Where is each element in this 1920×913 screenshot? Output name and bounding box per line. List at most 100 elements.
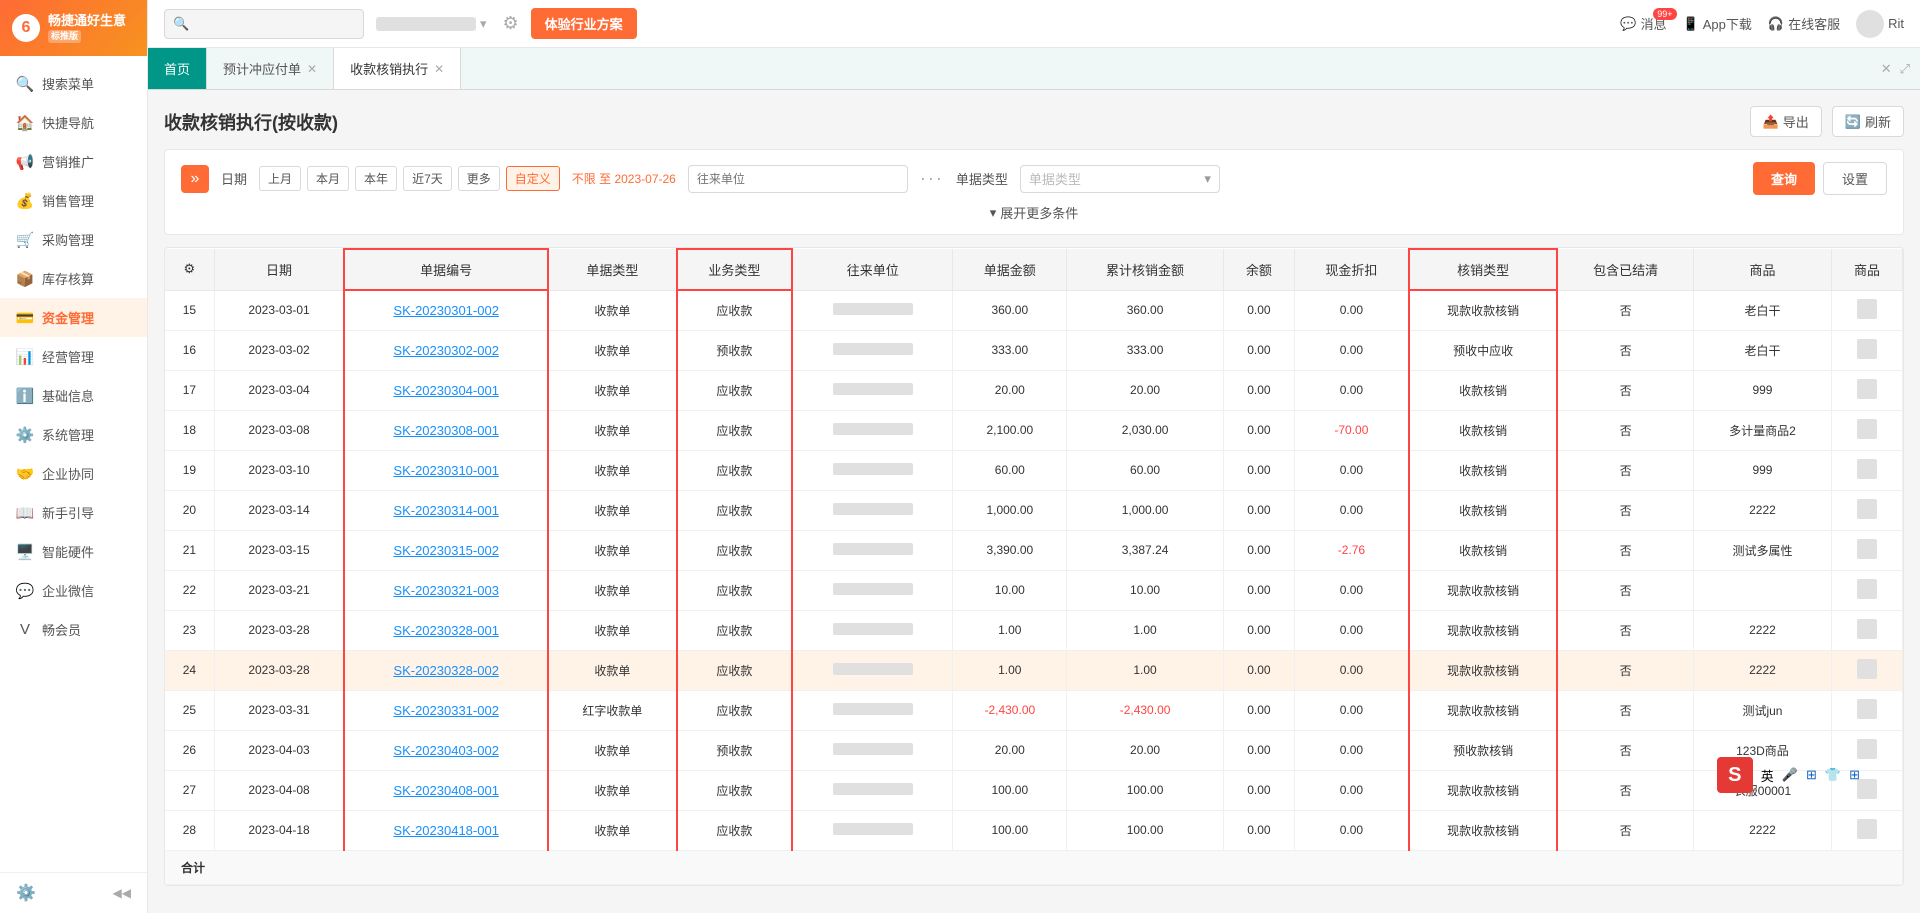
query-button[interactable]: 查询 [1753, 162, 1815, 195]
counterpart-input[interactable] [688, 165, 908, 193]
cell-rownum: 19 [165, 450, 214, 490]
table-row: 19 2023-03-10 SK-20230310-001 收款单 应收款 60… [165, 450, 1903, 490]
bill-type-select[interactable]: 单据类型 ▾ [1020, 165, 1220, 193]
cell-date: 2023-03-01 [214, 290, 344, 330]
sidebar-item-inventory[interactable]: 📦 库存核算 [0, 259, 147, 298]
app-download-button[interactable]: 📱 App下载 [1683, 14, 1752, 33]
date-last-month[interactable]: 上月 [259, 166, 301, 191]
bill-no-link[interactable]: SK-20230328-002 [393, 663, 499, 678]
cell-include-settled: 否 [1557, 530, 1693, 570]
cell-bill-type: 收款单 [548, 370, 677, 410]
sidebar-item-guide[interactable]: 📖 新手引导 [0, 493, 147, 532]
sidebar-label-marketing: 营销推广 [42, 152, 94, 171]
sidebar-item-member[interactable]: V 畅会员 [0, 610, 147, 649]
sidebar-item-marketing[interactable]: 📢 营销推广 [0, 142, 147, 181]
bill-no-link[interactable]: SK-20230331-002 [393, 703, 499, 718]
table-row: 25 2023-03-31 SK-20230331-002 红字收款单 应收款 … [165, 690, 1903, 730]
bill-no-link[interactable]: SK-20230328-001 [393, 623, 499, 638]
topbar-search[interactable]: 🔍 [164, 9, 364, 39]
filter-toggle-button[interactable]: » [181, 165, 209, 193]
cell-date: 2023-03-02 [214, 330, 344, 370]
bill-no-link[interactable]: SK-20230315-002 [393, 543, 499, 558]
sidebar-item-basics[interactable]: ℹ️ 基础信息 [0, 376, 147, 415]
refresh-button[interactable]: 🔄 刷新 [1832, 106, 1904, 137]
gear-icon[interactable]: ⚙ [503, 13, 519, 34]
page-title-bar: 收款核销执行(按收款) 📤 导出 🔄 刷新 [164, 106, 1904, 137]
cell-rownum: 27 [165, 770, 214, 810]
bill-no-link[interactable]: SK-20230321-003 [393, 583, 499, 598]
tab-expand-icon[interactable]: ⤢ [1900, 61, 1910, 77]
cell-biz-type: 应收款 [677, 450, 792, 490]
wechat-icon: 💬 [16, 582, 34, 600]
sidebar-item-system[interactable]: ⚙️ 系统管理 [0, 415, 147, 454]
collapse-icon[interactable]: ◀◀ [113, 886, 131, 900]
settings-icon[interactable]: ⚙️ [16, 883, 36, 903]
cell-rownum: 25 [165, 690, 214, 730]
cell-bill-type: 收款单 [548, 530, 677, 570]
date-7days[interactable]: 近7天 [403, 166, 452, 191]
expand-more-button[interactable]: ▾ 展开更多条件 [990, 203, 1079, 222]
sidebar-item-sales[interactable]: 💰 销售管理 [0, 181, 147, 220]
bill-no-link[interactable]: SK-20230314-001 [393, 503, 499, 518]
sidebar-label-guide: 新手引导 [42, 503, 94, 522]
operations-icon: 📊 [16, 348, 34, 366]
sidebar-item-hardware[interactable]: 🖥️ 智能硬件 [0, 532, 147, 571]
bill-no-link[interactable]: SK-20230302-002 [393, 343, 499, 358]
cell-writeoff-type: 现款收款核销 [1409, 810, 1557, 850]
tab-close-all-icon[interactable]: ✕ [1881, 61, 1892, 77]
online-service-button[interactable]: 🎧 在线客服 [1768, 14, 1840, 33]
date-this-month[interactable]: 本月 [307, 166, 349, 191]
sidebar-item-corp[interactable]: 🤝 企业协同 [0, 454, 147, 493]
cell-rownum: 15 [165, 290, 214, 330]
solution-button[interactable]: 体验行业方案 [531, 8, 637, 39]
cell-goods2 [1831, 610, 1902, 650]
sidebar-item-purchase[interactable]: 🛒 采购管理 [0, 220, 147, 259]
cell-rownum: 24 [165, 650, 214, 690]
bill-no-link[interactable]: SK-20230403-002 [393, 743, 499, 758]
cell-goods2 [1831, 810, 1902, 850]
bill-no-link[interactable]: SK-20230310-001 [393, 463, 499, 478]
date-this-year[interactable]: 本年 [355, 166, 397, 191]
sidebar-item-operations[interactable]: 📊 经营管理 [0, 337, 147, 376]
sidebar-item-funds[interactable]: 💳 资金管理 [0, 298, 147, 337]
cell-writeoff-type: 现款收款核销 [1409, 770, 1557, 810]
cell-biz-type: 应收款 [677, 810, 792, 850]
sidebar-item-search[interactable]: 🔍 搜索菜单 [0, 64, 147, 103]
tab-home[interactable]: 首页 [148, 48, 207, 89]
bill-no-link[interactable]: SK-20230418-001 [393, 823, 499, 838]
main-area: 🔍 ▾ ⚙ 体验行业方案 💬 消息 99+ 📱 App下载 🎧 在线客服 [148, 0, 1920, 913]
cell-include-settled: 否 [1557, 370, 1693, 410]
message-button[interactable]: 💬 消息 99+ [1620, 14, 1666, 33]
col-settings[interactable]: ⚙ [165, 249, 214, 290]
tab-prepay[interactable]: 预计冲应付单 ✕ [207, 48, 334, 89]
topbar: 🔍 ▾ ⚙ 体验行业方案 💬 消息 99+ 📱 App下载 🎧 在线客服 [148, 0, 1920, 48]
export-button[interactable]: 📤 导出 [1750, 106, 1822, 137]
cell-include-settled: 否 [1557, 570, 1693, 610]
cell-bill-no: SK-20230310-001 [344, 450, 548, 490]
filter-settings-button[interactable]: 设置 [1823, 162, 1887, 195]
cell-balance: 0.00 [1223, 770, 1294, 810]
cell-include-settled: 否 [1557, 610, 1693, 650]
cell-goods: 2222 [1693, 810, 1831, 850]
cell-rownum: 26 [165, 730, 214, 770]
date-custom[interactable]: 自定义 [506, 166, 560, 191]
cell-goods: 999 [1693, 450, 1831, 490]
cell-bill-type: 收款单 [548, 450, 677, 490]
user-avatar[interactable]: Rit [1856, 10, 1904, 38]
bill-no-link[interactable]: SK-20230304-001 [393, 383, 499, 398]
date-more[interactable]: 更多 [458, 166, 500, 191]
cell-counterpart [792, 490, 953, 530]
bill-no-link[interactable]: SK-20230301-002 [393, 303, 499, 318]
cell-bill-type: 红字收款单 [548, 690, 677, 730]
tab-collect[interactable]: 收款核销执行 ✕ [334, 48, 461, 89]
sidebar-item-quicknav[interactable]: 🏠 快捷导航 [0, 103, 147, 142]
table-footer-row: 合计 [165, 850, 1903, 884]
sidebar-label-quicknav: 快捷导航 [42, 113, 94, 132]
tab-prepay-close[interactable]: ✕ [307, 62, 317, 76]
bill-no-link[interactable]: SK-20230308-001 [393, 423, 499, 438]
cell-goods: 测试多属性 [1693, 530, 1831, 570]
sidebar-item-wechat[interactable]: 💬 企业微信 [0, 571, 147, 610]
topbar-dropdown[interactable]: ▾ [376, 16, 487, 32]
tab-collect-close[interactable]: ✕ [434, 62, 444, 76]
bill-no-link[interactable]: SK-20230408-001 [393, 783, 499, 798]
